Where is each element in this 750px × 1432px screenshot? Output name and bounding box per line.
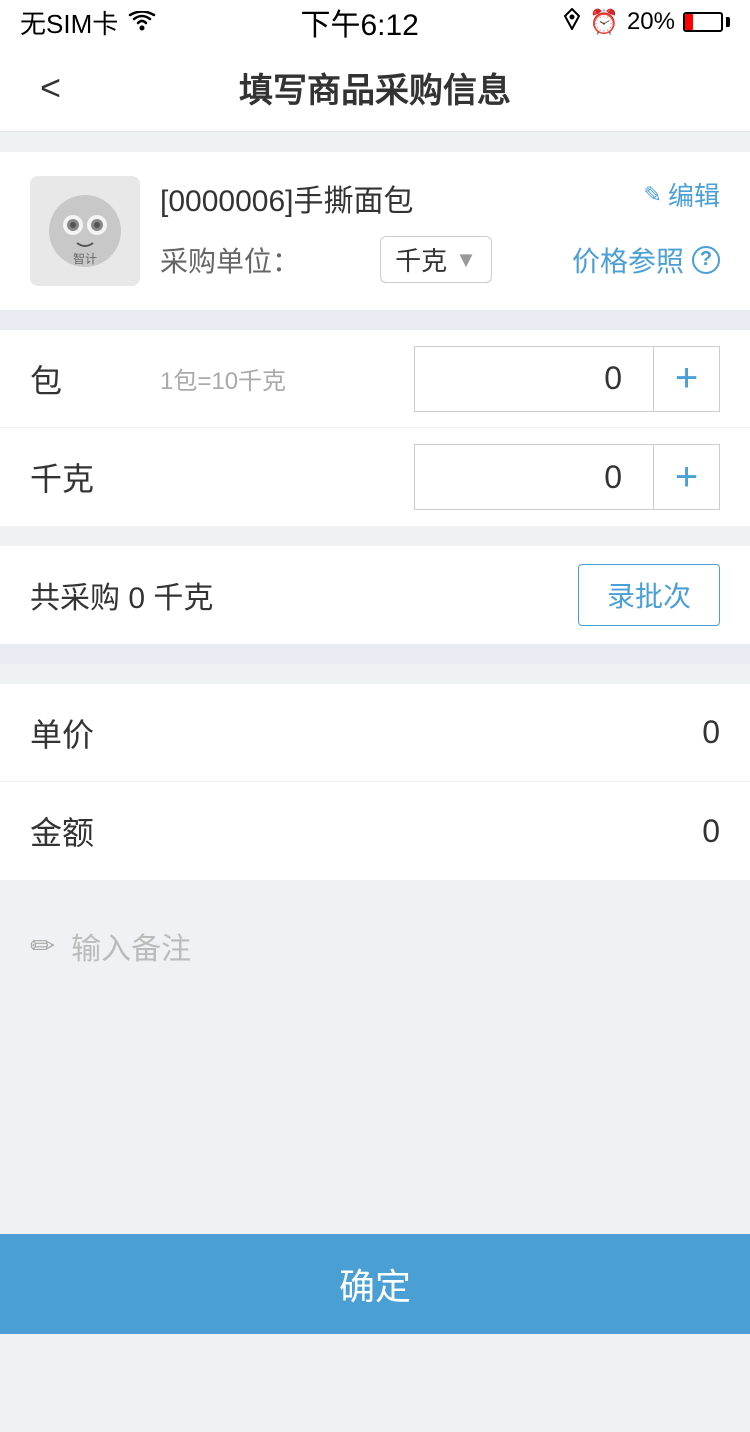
product-name: [0000006]手撕面包 <box>160 176 644 220</box>
total-section: 共采购 0 千克 录批次 <box>0 546 750 644</box>
batch-button[interactable]: 录批次 <box>578 564 720 626</box>
confirm-section[interactable]: 确定 <box>0 1234 750 1334</box>
svg-text:智计: 智计 <box>73 251 97 266</box>
price-ref-label: 价格参照 <box>572 240 684 280</box>
nav-bar: < 填写商品采购信息 <box>0 44 750 132</box>
unit-select[interactable]: 千克 ▼ <box>380 236 492 283</box>
bag-sub: 1包=10千克 <box>160 361 414 396</box>
kg-plus-button[interactable]: + <box>654 444 720 510</box>
bag-plus-button[interactable]: + <box>654 346 720 412</box>
bag-input-group: + <box>414 346 720 412</box>
carrier-label: 无SIM卡 <box>20 4 118 41</box>
total-label: 共采购 0 千克 <box>30 573 213 617</box>
status-right: ⏰ 20% <box>563 8 730 37</box>
help-icon: ? <box>692 246 720 274</box>
edit-label: 编辑 <box>668 176 720 213</box>
edit-button[interactable]: ✎ 编辑 <box>644 176 720 213</box>
kg-row: 千克 + <box>0 428 750 526</box>
wifi-icon <box>128 7 156 38</box>
product-header: [0000006]手撕面包 ✎ 编辑 <box>160 176 720 220</box>
battery-label: 20% <box>627 8 675 36</box>
product-image: 智计 <box>30 176 140 286</box>
location-icon <box>563 8 581 37</box>
note-section[interactable]: ✏ 输入备注 <box>0 900 750 992</box>
kg-input[interactable] <box>414 444 654 510</box>
bag-label: 包 <box>30 356 150 402</box>
price-ref-button[interactable]: 价格参照 ? <box>572 240 720 280</box>
status-time: 下午6:12 <box>300 0 418 44</box>
unit-label: 采购单位： <box>160 240 300 280</box>
amount-row: 金额 0 <box>0 782 750 880</box>
pencil-icon: ✏ <box>30 929 55 964</box>
battery-icon <box>683 12 730 32</box>
status-bar: 无SIM卡 下午6:12 ⏰ 20% <box>0 0 750 44</box>
confirm-label: 确定 <box>339 1258 411 1310</box>
form-section: 包 1包=10千克 + 千克 + <box>0 330 750 526</box>
unit-dropdown-arrow: ▼ <box>455 247 477 273</box>
amount-label: 金额 <box>30 808 94 854</box>
unit-price-label: 单价 <box>30 710 94 756</box>
note-placeholder: 输入备注 <box>71 924 191 968</box>
page-title: 填写商品采购信息 <box>239 63 511 112</box>
status-left: 无SIM卡 <box>20 4 156 41</box>
bag-row: 包 1包=10千克 + <box>0 330 750 428</box>
separator-2 <box>0 644 750 664</box>
back-button[interactable]: < <box>30 57 71 119</box>
product-unit-row: 采购单位： 千克 ▼ 价格参照 ? <box>160 236 720 283</box>
edit-icon: ✎ <box>644 182 662 208</box>
separator-1 <box>0 310 750 330</box>
bag-input[interactable] <box>414 346 654 412</box>
product-info: [0000006]手撕面包 ✎ 编辑 采购单位： 千克 ▼ 价格参照 ? <box>160 176 720 283</box>
alarm-icon: ⏰ <box>589 8 619 37</box>
kg-label: 千克 <box>30 454 150 500</box>
unit-value: 千克 <box>395 241 447 278</box>
price-section: 单价 0 金额 0 <box>0 684 750 880</box>
unit-price-row: 单价 0 <box>0 684 750 782</box>
amount-value: 0 <box>702 813 720 850</box>
unit-price-value: 0 <box>702 714 720 751</box>
product-card: 智计 [0000006]手撕面包 ✎ 编辑 采购单位： 千克 ▼ 价格参照 ? <box>0 152 750 310</box>
kg-input-group: + <box>414 444 720 510</box>
